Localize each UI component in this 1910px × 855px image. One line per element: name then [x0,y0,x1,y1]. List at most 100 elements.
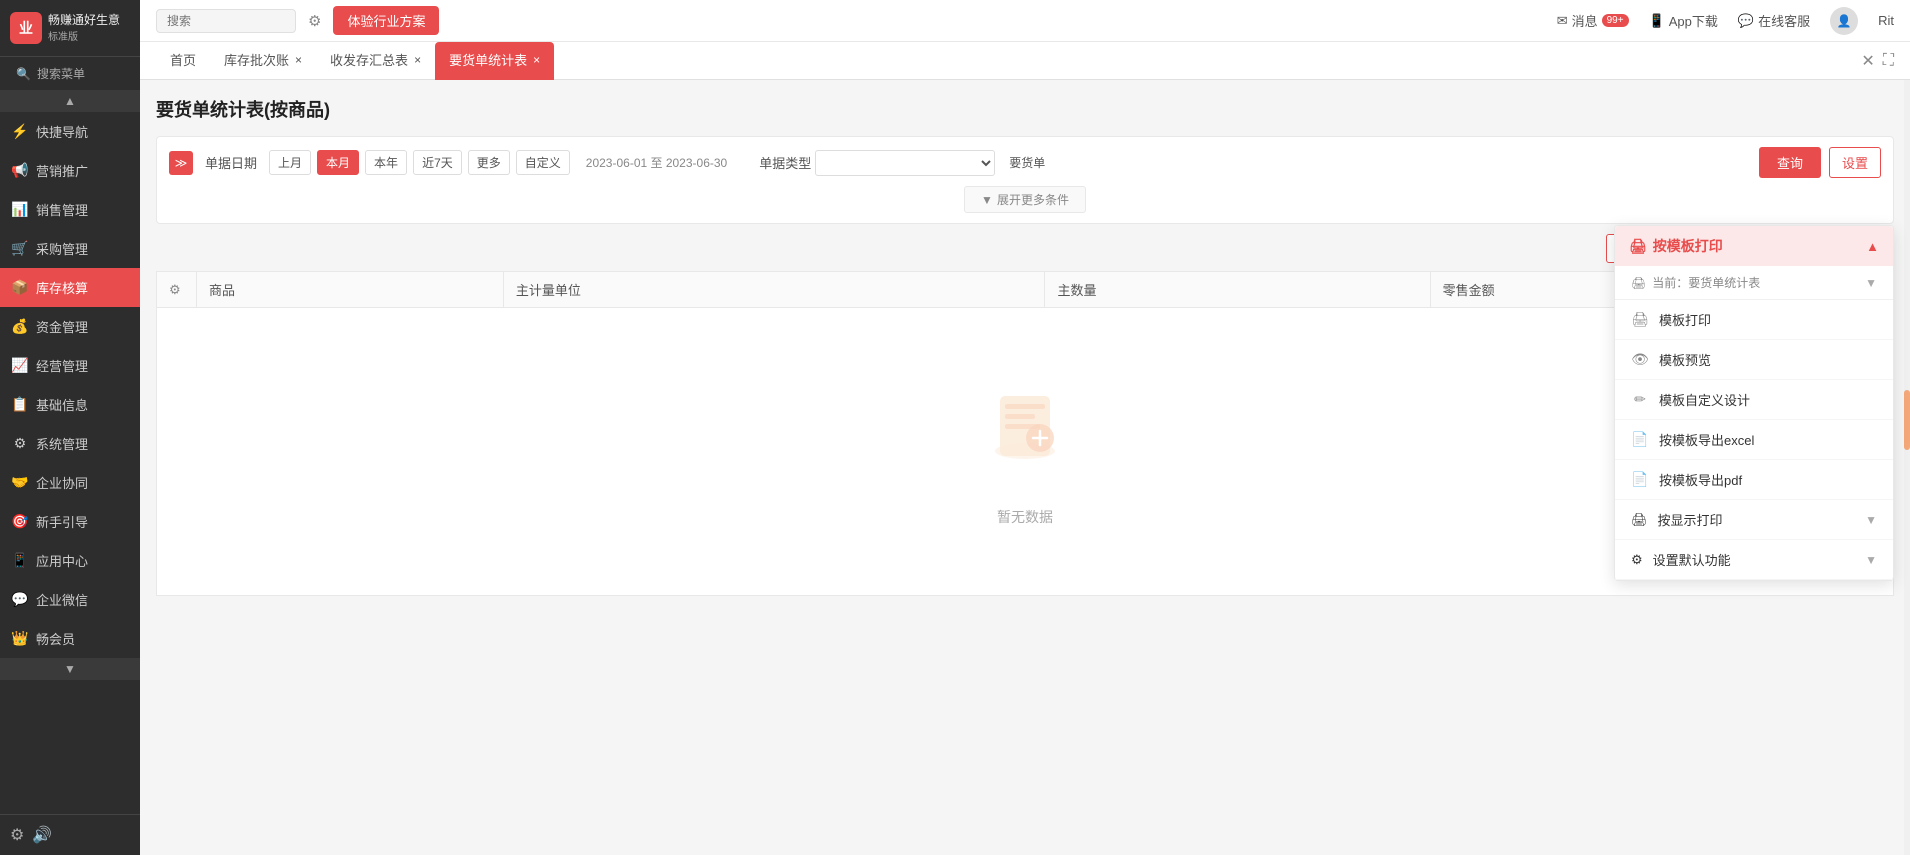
sidebar-item-system[interactable]: ⚙ 系统管理 [0,424,140,463]
apps-icon: 📱 [10,552,30,569]
settings-button[interactable]: 设置 [1829,147,1881,178]
page-title: 要货单统计表(按商品) [156,96,1894,122]
app-download-icon: 📱 [1649,13,1665,29]
sidebar-item-purchase[interactable]: 🛒 采购管理 [0,229,140,268]
sidebar-item-basic[interactable]: 📋 基础信息 [0,385,140,424]
col-unit: 主计量单位 [503,272,1045,308]
display-print-icon: 🖨 [1631,512,1648,528]
tab-order-stats-close[interactable]: × [533,54,540,66]
current-template-label: 🖨 当前：要货单统计表 [1631,274,1760,291]
topbar: ⚙ 体验行业方案 ✉ 消息 99+ 📱 App下载 💬 在线客服 👤 Rit [140,0,1910,42]
date-btn-current-month[interactable]: 本月 [317,150,359,175]
default-func-left: ⚙ 设置默认功能 [1631,550,1731,569]
scrollbar-track[interactable] [1904,80,1910,855]
logo-text: 畅赚通好生意 标准版 [48,13,120,44]
sidebar-item-marketing[interactable]: 📢 营销推广 [0,151,140,190]
sidebar-item-operation[interactable]: 📈 经营管理 [0,346,140,385]
sidebar-item-enterprise[interactable]: 🤝 企业协同 [0,463,140,502]
tab-receipt-summary[interactable]: 收发存汇总表 × [316,42,435,80]
sidebar: 业 畅赚通好生意 标准版 🔍 搜索菜单 ▲ ⚡ 快捷导航 📢 营销推广 📊 销售… [0,0,140,855]
tabs-actions: ✕ ⛶ [1861,51,1894,71]
tab-receipt-summary-close[interactable]: × [414,54,421,66]
dropdown-item-template-preview[interactable]: 👁 模板预览 [1615,340,1893,380]
marketing-icon: 📢 [10,162,30,179]
template-print-icon: 🖨 [1631,311,1649,328]
sidebar-item-quick-nav[interactable]: ⚡ 快捷导航 [0,112,140,151]
topbar-gear-icon[interactable]: ⚙ [308,12,321,30]
app-download-item[interactable]: 📱 App下载 [1649,11,1718,30]
print-header-icon: 🖨 [1629,238,1647,255]
date-btn-prev-month[interactable]: 上月 [269,150,311,175]
expand-tab-button[interactable]: ⛶ [1883,52,1894,70]
dropdown-collapse-arrow[interactable]: ▲ [1866,239,1879,254]
logo-icon: 业 [10,12,42,44]
tab-home[interactable]: 首页 [156,42,210,80]
sidebar-item-member[interactable]: 👑 畅会员 [0,619,140,658]
user-name: Rit [1878,13,1894,28]
sidebar-item-finance[interactable]: 💰 资金管理 [0,307,140,346]
sidebar-scroll-up[interactable]: ▲ [0,90,140,112]
dropdown-item-template-excel[interactable]: 📄 按模板导出excel [1615,420,1893,460]
table-column-settings-icon[interactable]: ⚙ [169,282,181,297]
sidebar-item-guide[interactable]: 🎯 新手引导 [0,502,140,541]
date-btn-7days[interactable]: 近7天 [413,150,462,175]
dropdown-header: 🖨 按模板打印 ▲ [1615,226,1893,266]
order-type-label: 单据类型 [759,153,811,172]
empty-text: 暂无数据 [997,507,1053,527]
sidebar-item-wechat[interactable]: 💬 企业微信 [0,580,140,619]
scrollbar-thumb[interactable] [1904,390,1910,450]
default-func-arrow: ▼ [1865,553,1877,567]
sidebar-scroll-down[interactable]: ▼ [0,658,140,680]
requisition-label: 要货单 [1009,154,1045,171]
close-tab-button[interactable]: ✕ [1861,51,1874,71]
guide-icon: 🎯 [10,513,30,530]
dropdown-item-template-pdf[interactable]: 📄 按模板导出pdf [1615,460,1893,500]
sound-icon[interactable]: 🔊 [32,825,52,845]
service-icon: 💬 [1738,13,1754,29]
message-icon: ✉ [1557,13,1568,29]
date-btn-current-year[interactable]: 本年 [365,150,407,175]
basic-icon: 📋 [10,396,30,413]
sidebar-logo: 业 畅赚通好生意 标准版 [0,0,140,57]
wechat-icon: 💬 [10,591,30,608]
filter-bar: ≫ 单据日期 上月 本月 本年 近7天 更多 自定义 2023-06-01 至 … [156,136,1894,224]
filter-collapse-btn[interactable]: ≫ [169,151,193,175]
date-btn-more[interactable]: 更多 [468,150,510,175]
sidebar-search[interactable]: 🔍 搜索菜单 [0,57,140,90]
date-btn-custom[interactable]: 自定义 [516,150,570,175]
trial-button[interactable]: 体验行业方案 [333,6,439,35]
display-print-arrow: ▼ [1865,513,1877,527]
order-type-select[interactable] [815,150,995,176]
template-custom-icon: ✏ [1631,391,1649,408]
dropdown-sub-default-func[interactable]: ⚙ 设置默认功能 ▼ [1615,540,1893,580]
order-type-filter: 单据类型 要货单 [759,150,1045,176]
sidebar-item-apps[interactable]: 📱 应用中心 [0,541,140,580]
system-icon: ⚙ [10,435,30,452]
settings-bottom-icon[interactable]: ⚙ [10,825,24,845]
expand-more-btn[interactable]: ▼ 展开更多条件 [964,186,1086,213]
dropdown-sub-display-print[interactable]: 🖨 按显示打印 ▼ [1615,500,1893,540]
default-func-icon: ⚙ [1631,552,1643,568]
messages-item[interactable]: ✉ 消息 99+ [1557,11,1629,30]
tab-batch-account[interactable]: 库存批次账 × [210,42,316,80]
dropdown-item-template-print[interactable]: 🖨 模板打印 [1615,300,1893,340]
query-button[interactable]: 查询 [1759,147,1821,178]
dropdown-item-template-custom[interactable]: ✏ 模板自定义设计 [1615,380,1893,420]
messages-badge: 99+ [1602,14,1629,27]
tab-order-stats[interactable]: 要货单统计表 × [435,42,554,80]
online-service-item[interactable]: 💬 在线客服 [1738,11,1810,30]
topbar-search-input[interactable] [156,9,296,33]
sidebar-bottom: ⚙ 🔊 [0,814,140,855]
filter-expand-row: ▼ 展开更多条件 [169,186,1881,213]
tab-batch-account-close[interactable]: × [295,54,302,66]
sidebar-item-sales[interactable]: 📊 销售管理 [0,190,140,229]
page-content: 要货单统计表(按商品) ≫ 单据日期 上月 本月 本年 近7天 更多 自定义 2… [140,80,1910,855]
date-range-display: 2023-06-01 至 2023-06-30 [586,154,727,171]
display-print-left: 🖨 按显示打印 [1631,510,1723,529]
current-template-arrow: ▼ [1865,276,1877,290]
avatar[interactable]: 👤 [1830,7,1858,35]
sidebar-item-inventory[interactable]: 📦 库存核算 [0,268,140,307]
col-quantity: 主数量 [1045,272,1430,308]
member-icon: 👑 [10,630,30,647]
date-options: 上月 本月 本年 近7天 更多 自定义 [269,150,570,175]
